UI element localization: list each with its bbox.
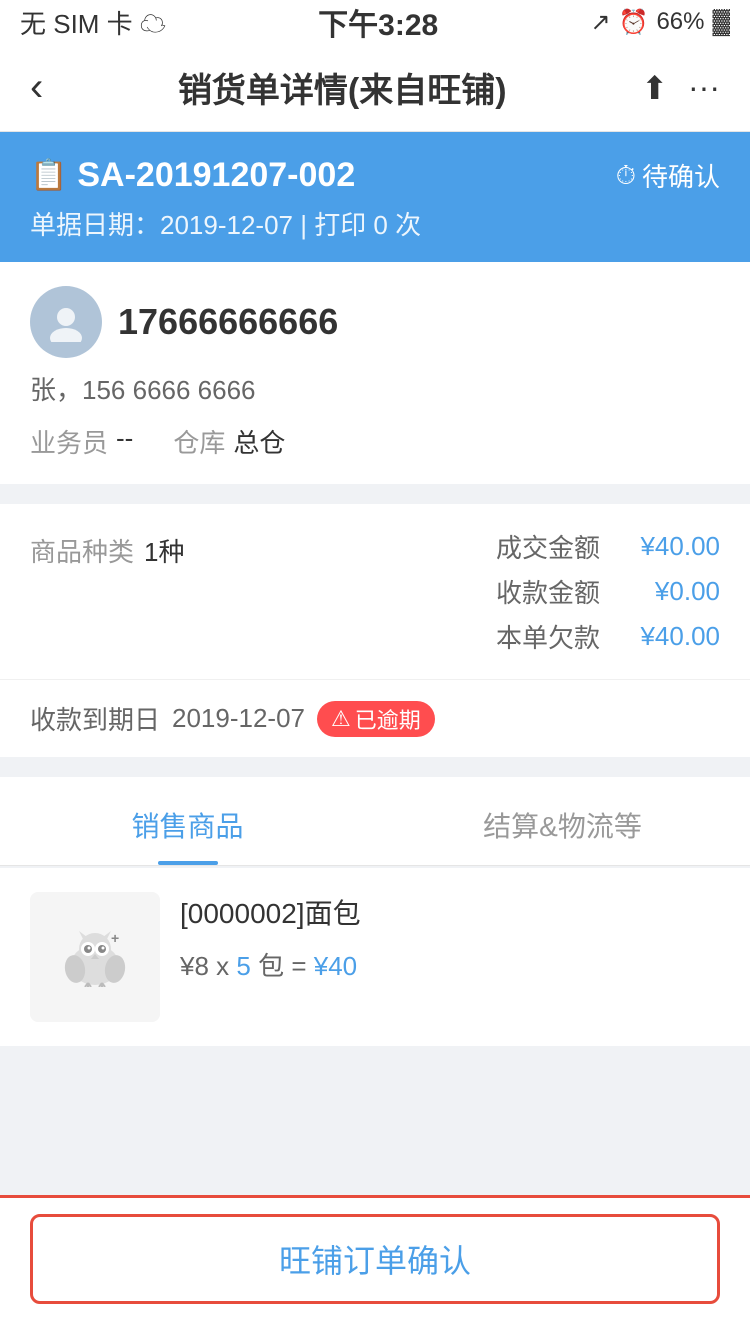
no-sim-text: 无 SIM 卡 ☁ — [20, 4, 166, 41]
warehouse-value: 总仓 — [233, 423, 285, 460]
warehouse-meta: 仓库 总仓 — [173, 423, 285, 460]
salesperson-value: -- — [116, 423, 133, 460]
nav-bar: ‹ 销货单详情(来自旺铺) ⬆ ··· — [0, 44, 750, 132]
salesperson-label: 业务员 — [30, 423, 108, 460]
transaction-value: ¥40.00 — [620, 531, 720, 562]
order-header-top: 📋 SA-20191207-002 ⏱ 待确认 — [30, 156, 720, 195]
status-right: ↗ ⏰ 66% ▓ — [590, 8, 730, 37]
warehouse-label: 仓库 — [173, 423, 225, 460]
price-qty: 5 — [236, 951, 250, 981]
owl-logo-icon: + — [55, 927, 135, 987]
customer-phone: 17666666666 — [118, 301, 338, 343]
customer-name: 张，156 6666 6666 — [30, 370, 720, 407]
battery-icon: ▓ — [713, 8, 731, 36]
alarm-icon: ⏰ — [619, 8, 649, 37]
salesperson-meta: 业务员 -- — [30, 423, 133, 460]
payment-row: 收款金额 ¥0.00 — [496, 573, 720, 610]
battery-text: 66% — [656, 8, 704, 36]
warning-icon: ⚠ — [331, 706, 351, 732]
order-status: ⏱ 待确认 — [616, 157, 720, 194]
type-value: 1种 — [144, 532, 184, 569]
avatar — [30, 286, 102, 358]
divider-2 — [0, 767, 750, 777]
tab-sales-products[interactable]: 销售商品 — [0, 777, 375, 865]
clock-icon: ⏱ — [616, 160, 636, 192]
customer-section: 17666666666 张，156 6666 6666 业务员 -- 仓库 总仓 — [0, 262, 750, 484]
customer-top: 17666666666 — [30, 286, 720, 358]
balance-label: 本单欠款 — [496, 618, 600, 655]
product-name: [0000002]面包 — [180, 892, 720, 932]
order-id: 📋 SA-20191207-002 — [30, 156, 355, 195]
transaction-row: 成交金额 ¥40.00 — [496, 528, 720, 565]
tabs-section: 销售商品 结算&物流等 — [0, 777, 750, 866]
overdue-badge: ⚠ 已逾期 — [317, 701, 435, 737]
product-price: ¥8 x 5 包 = ¥40 — [180, 946, 720, 983]
product-info: [0000002]面包 ¥8 x 5 包 = ¥40 — [180, 892, 720, 983]
summary-left: 商品种类 1种 — [30, 528, 496, 569]
order-icon: 📋 — [30, 158, 67, 193]
summary-right: 成交金额 ¥40.00 收款金额 ¥0.00 本单欠款 ¥40.00 — [496, 528, 720, 655]
status-time: 下午3:28 — [318, 0, 438, 44]
summary-section: 商品种类 1种 成交金额 ¥40.00 收款金额 ¥0.00 本单欠款 ¥40.… — [0, 504, 750, 679]
svg-text:+: + — [111, 930, 119, 946]
nav-actions: ⬆ ··· — [641, 69, 720, 107]
share-button[interactable]: ⬆ — [641, 69, 668, 107]
back-button[interactable]: ‹ — [30, 65, 43, 110]
transaction-label: 成交金额 — [496, 528, 600, 565]
price-multiply: x — [216, 951, 236, 981]
balance-value: ¥40.00 — [620, 621, 720, 652]
bottom-bar: 旺铺订单确认 — [0, 1195, 750, 1334]
location-icon: ↗ — [590, 8, 610, 37]
price-unit: 包 — [258, 951, 284, 981]
customer-meta: 业务员 -- 仓库 总仓 — [30, 423, 720, 460]
status-bar: 无 SIM 卡 ☁ 下午3:28 ↗ ⏰ 66% ▓ — [0, 0, 750, 44]
product-section: + [0000002]面包 ¥8 x 5 包 = ¥40 — [0, 868, 750, 1046]
confirm-order-button[interactable]: 旺铺订单确认 — [30, 1214, 720, 1304]
due-label: 收款到期日 — [30, 700, 160, 737]
order-date: 单据日期：2019-12-07 | 打印 0 次 — [30, 205, 720, 242]
price-total: ¥40 — [314, 951, 357, 981]
divider-1 — [0, 494, 750, 504]
tab-settlement[interactable]: 结算&物流等 — [375, 777, 750, 865]
order-header: 📋 SA-20191207-002 ⏱ 待确认 单据日期：2019-12-07 … — [0, 132, 750, 262]
product-image: + — [30, 892, 160, 1022]
page-title: 销货单详情(来自旺铺) — [178, 63, 507, 112]
more-button[interactable]: ··· — [688, 69, 720, 106]
price-value: ¥8 — [180, 951, 209, 981]
type-label: 商品种类 — [30, 532, 134, 569]
due-section: 收款到期日 2019-12-07 ⚠ 已逾期 — [0, 679, 750, 757]
due-date: 2019-12-07 — [172, 703, 305, 734]
payment-value: ¥0.00 — [620, 576, 720, 607]
status-left: 无 SIM 卡 ☁ — [20, 4, 166, 41]
payment-label: 收款金额 — [496, 573, 600, 610]
balance-row: 本单欠款 ¥40.00 — [496, 618, 720, 655]
price-equals: = — [291, 951, 313, 981]
